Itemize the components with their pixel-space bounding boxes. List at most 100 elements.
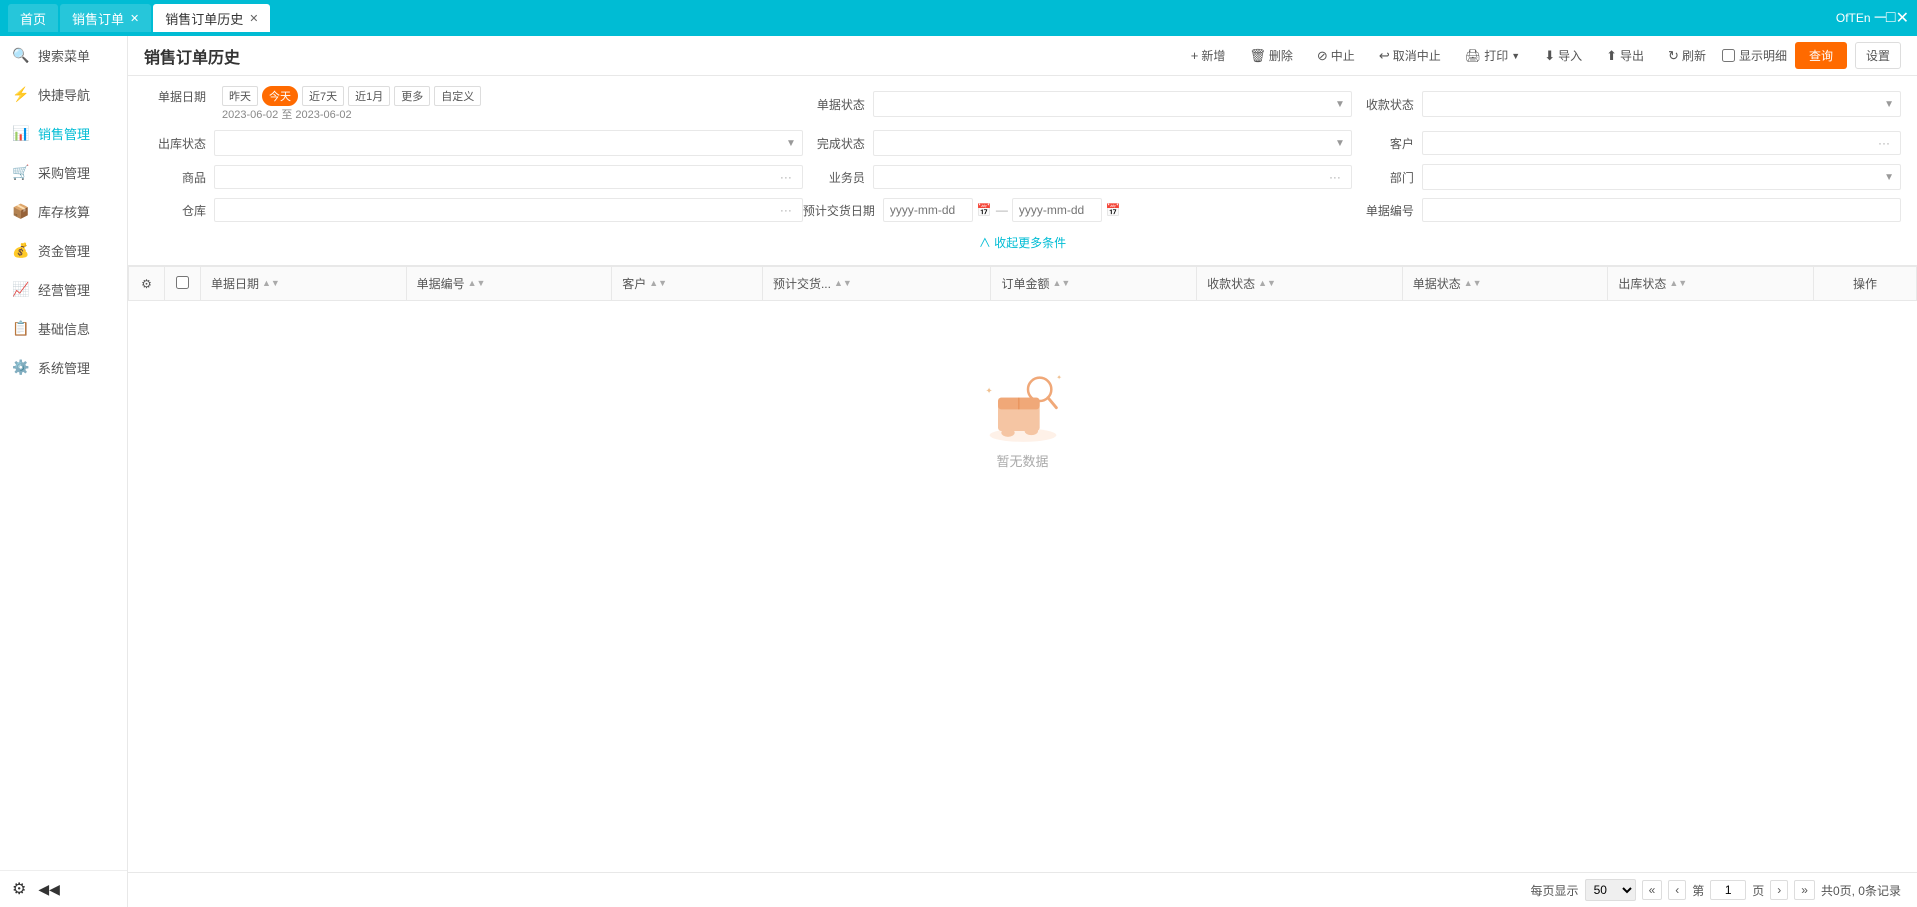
calendar-from-icon[interactable]: 📅	[977, 203, 992, 217]
product-label: 商品	[144, 169, 214, 186]
sort-date-icon: ▲▼	[262, 279, 280, 288]
date-btn-yesterday[interactable]: 昨天	[222, 86, 258, 106]
order-status-select[interactable]: ▼	[873, 91, 1352, 117]
warehouse-ellipsis[interactable]: ···	[776, 203, 796, 217]
th-delivery-status[interactable]: 出库状态 ▲▼	[1608, 267, 1814, 301]
tab-home[interactable]: 首页	[8, 4, 58, 32]
operations-icon: 📈	[12, 281, 30, 298]
close-tab-sales-order[interactable]: ✕	[130, 12, 139, 25]
date-btn-1month[interactable]: 近1月	[348, 86, 390, 106]
sidebar-item-search[interactable]: 🔍 搜索菜单	[0, 36, 127, 75]
cancel-stop-button[interactable]: ↩ 取消中止	[1371, 43, 1449, 68]
prev-page-button[interactable]: ‹	[1668, 880, 1686, 900]
order-status-label: 单据状态	[803, 96, 873, 113]
export-icon: ⬆	[1606, 48, 1617, 64]
expected-date-to[interactable]	[1012, 198, 1102, 222]
minimize-button[interactable]: ─	[1875, 9, 1886, 27]
payment-status-arrow: ▼	[1884, 99, 1894, 110]
date-btn-more[interactable]: 更多	[394, 86, 430, 106]
delivery-status-select[interactable]: ▼	[214, 130, 803, 156]
print-button[interactable]: 🖨 打印 ▼	[1457, 43, 1528, 68]
close-window-button[interactable]: ✕	[1896, 8, 1909, 28]
next-page-button[interactable]: ›	[1770, 880, 1788, 900]
date-separator: —	[996, 203, 1008, 217]
customer-ellipsis[interactable]: ···	[1874, 136, 1894, 150]
th-date[interactable]: 单据日期 ▲▼	[201, 267, 407, 301]
date-label: 单据日期	[144, 88, 214, 105]
page-number-input[interactable]	[1710, 880, 1746, 900]
expected-date-range: 📅 — 📅	[883, 198, 1352, 222]
product-ellipsis[interactable]: ···	[776, 170, 796, 184]
table-select-all[interactable]	[165, 267, 201, 301]
sidebar-item-inventory[interactable]: 📦 库存核算	[0, 192, 127, 231]
sidebar-item-operations[interactable]: 📈 经营管理	[0, 270, 127, 309]
calendar-to-icon[interactable]: 📅	[1106, 203, 1121, 217]
last-page-button[interactable]: »	[1794, 880, 1815, 900]
sidebar-item-basic-info[interactable]: 📋 基础信息	[0, 309, 127, 348]
sort-amount-icon: ▲▼	[1052, 279, 1070, 288]
sidebar-bottom: ⚙ ◀◀	[0, 870, 127, 907]
maximize-button[interactable]: □	[1886, 9, 1896, 27]
expected-date-label: 预计交货日期	[803, 202, 883, 219]
sidebar-item-finance[interactable]: 💰 资金管理	[0, 231, 127, 270]
th-order-status[interactable]: 单据状态 ▲▼	[1402, 267, 1608, 301]
first-page-button[interactable]: «	[1642, 880, 1663, 900]
tab-sales-order[interactable]: 销售订单 ✕	[60, 4, 151, 32]
sidebar-item-sales[interactable]: 📊 销售管理	[0, 114, 127, 153]
sidebar-collapse-icon[interactable]: ◀◀	[38, 881, 60, 898]
query-button[interactable]: 查询	[1795, 42, 1847, 69]
th-customer[interactable]: 客户 ▲▼	[612, 267, 763, 301]
th-order-no[interactable]: 单据编号 ▲▼	[406, 267, 612, 301]
top-bar: 首页 销售订单 ✕ 销售订单历史 ✕ OfTEn ─ □ ✕	[0, 0, 1917, 36]
close-tab-sales-order-history[interactable]: ✕	[249, 12, 258, 25]
filter-row-2: 出库状态 ▼ 完成状态 ▼ 客户	[144, 130, 1901, 156]
show-detail-checkbox[interactable]	[1722, 49, 1735, 62]
salesperson-label: 业务员	[803, 169, 873, 186]
stop-button[interactable]: ⊘ 中止	[1309, 43, 1363, 68]
date-buttons: 昨天 今天 近7天 近1月 更多 自定义	[222, 86, 481, 106]
salesperson-ellipsis[interactable]: ···	[1325, 170, 1345, 184]
filter-row-3: 商品 ··· 业务员 ··· 部门	[144, 164, 1901, 190]
inventory-icon: 📦	[12, 203, 30, 220]
date-btn-custom[interactable]: 自定义	[434, 86, 481, 106]
sidebar-settings-icon[interactable]: ⚙	[12, 879, 26, 899]
th-payment-status[interactable]: 收款状态 ▲▼	[1197, 267, 1403, 301]
sort-orderstatus-icon: ▲▼	[1464, 279, 1482, 288]
delivery-status-arrow: ▼	[786, 138, 796, 149]
sidebar-item-purchase[interactable]: 🛒 采购管理	[0, 153, 127, 192]
show-detail-label: 显示明细	[1722, 47, 1787, 64]
sidebar-item-quicknav[interactable]: ⚡ 快捷导航	[0, 75, 127, 114]
tab-sales-order-history[interactable]: 销售订单历史 ✕	[153, 4, 270, 32]
sidebar-item-system[interactable]: ⚙️ 系统管理	[0, 348, 127, 387]
import-button[interactable]: ⬇ 导入	[1536, 43, 1590, 68]
th-amount[interactable]: 订单金额 ▲▼	[991, 267, 1197, 301]
filter-area: 单据日期 昨天 今天 近7天 近1月 更多 自定义 2023-06-02 至 2…	[128, 76, 1917, 266]
date-btn-7days[interactable]: 近7天	[302, 86, 344, 106]
collapse-filters[interactable]: ∧ 收起更多条件	[144, 230, 1901, 255]
department-label: 部门	[1352, 169, 1422, 186]
page-title: 销售订单历史	[144, 44, 1175, 68]
customer-label: 客户	[1352, 135, 1422, 152]
delete-button[interactable]: 🗑 删除	[1241, 43, 1301, 68]
complete-status-select[interactable]: ▼	[873, 130, 1352, 156]
svg-text:✦: ✦	[985, 386, 992, 396]
export-button[interactable]: ⬆ 导出	[1598, 43, 1652, 68]
payment-status-select[interactable]: ▼	[1422, 91, 1901, 117]
order-number-input[interactable]	[1422, 198, 1901, 222]
search-icon: 🔍	[12, 47, 30, 64]
page-size-label: 每页显示	[1531, 882, 1579, 899]
date-btn-today[interactable]: 今天	[262, 86, 298, 106]
filter-row-1: 单据日期 昨天 今天 近7天 近1月 更多 自定义 2023-06-02 至 2…	[144, 86, 1901, 122]
th-expected-delivery[interactable]: 预计交货... ▲▼	[762, 267, 991, 301]
table-settings-icon[interactable]: ⚙	[129, 267, 165, 301]
expected-date-from[interactable]	[883, 198, 973, 222]
complete-status-label: 完成状态	[803, 135, 873, 152]
new-button[interactable]: + 新增	[1183, 43, 1234, 68]
select-all-checkbox[interactable]	[176, 276, 189, 289]
delivery-status-label: 出库状态	[144, 135, 214, 152]
settings-button[interactable]: 设置	[1855, 42, 1901, 69]
cancel-stop-icon: ↩	[1379, 48, 1390, 64]
refresh-button[interactable]: ↻ 刷新	[1660, 43, 1714, 68]
department-select[interactable]: ▼	[1422, 164, 1901, 190]
page-size-select[interactable]: 50 10 20 100	[1585, 879, 1636, 901]
